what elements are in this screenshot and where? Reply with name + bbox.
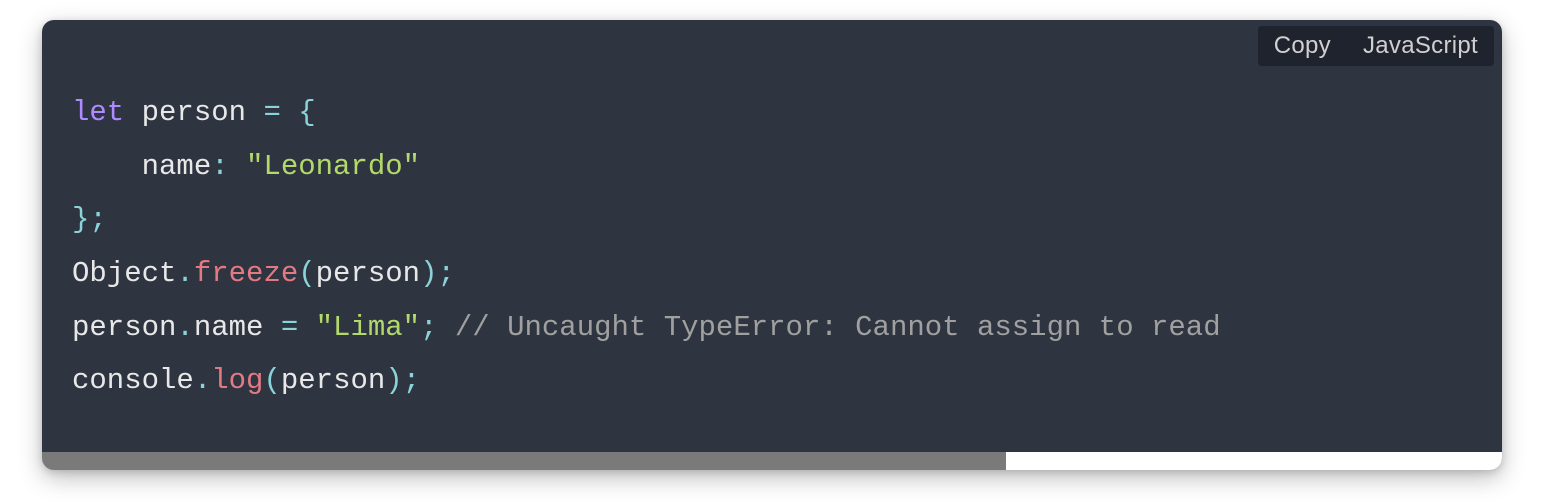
code-block: Copy JavaScript let person = { name: "Le… bbox=[42, 20, 1502, 470]
code-token: log bbox=[211, 364, 263, 397]
code-token: person bbox=[316, 257, 420, 290]
code-token: : bbox=[211, 150, 246, 183]
horizontal-scrollbar[interactable] bbox=[42, 452, 1502, 470]
scrollbar-thumb[interactable] bbox=[42, 452, 1006, 470]
code-token: freeze bbox=[194, 257, 298, 290]
code-token: person bbox=[72, 311, 176, 344]
code-token: ) bbox=[385, 364, 402, 397]
code-token: person bbox=[281, 364, 385, 397]
code-token: . bbox=[194, 364, 211, 397]
code-token: . bbox=[176, 311, 193, 344]
code-token: name bbox=[194, 311, 281, 344]
code-token: ; bbox=[403, 364, 420, 397]
code-token: // Uncaught TypeError: Cannot assign to … bbox=[455, 311, 1221, 344]
code-token: ( bbox=[263, 364, 280, 397]
code-line: Object.freeze(person); bbox=[72, 247, 1472, 301]
code-token: ; bbox=[437, 257, 454, 290]
code-token: "Lima" bbox=[316, 311, 420, 344]
code-line: name: "Leonardo" bbox=[72, 140, 1472, 194]
code-token: { bbox=[298, 96, 315, 129]
code-token: "Leonardo" bbox=[246, 150, 420, 183]
code-content: let person = { name: "Leonardo"};Object.… bbox=[42, 20, 1502, 452]
code-block-header: Copy JavaScript bbox=[1258, 26, 1494, 66]
code-line: }; bbox=[72, 193, 1472, 247]
code-line: let person = { bbox=[72, 86, 1472, 140]
code-token: ) bbox=[420, 257, 437, 290]
code-token: = bbox=[281, 311, 316, 344]
code-token: ( bbox=[298, 257, 315, 290]
code-token: console bbox=[72, 364, 194, 397]
code-token: = bbox=[263, 96, 298, 129]
code-token: Object bbox=[72, 257, 176, 290]
code-token: ; bbox=[420, 311, 455, 344]
code-token: } bbox=[72, 203, 89, 236]
code-token: name bbox=[72, 150, 211, 183]
code-token: let bbox=[72, 96, 142, 129]
code-line: person.name = "Lima"; // Uncaught TypeEr… bbox=[72, 301, 1472, 355]
language-label: JavaScript bbox=[1347, 26, 1494, 66]
code-token: . bbox=[176, 257, 193, 290]
code-token: person bbox=[142, 96, 264, 129]
code-line: console.log(person); bbox=[72, 354, 1472, 408]
copy-button[interactable]: Copy bbox=[1258, 26, 1347, 66]
code-token: ; bbox=[89, 203, 106, 236]
